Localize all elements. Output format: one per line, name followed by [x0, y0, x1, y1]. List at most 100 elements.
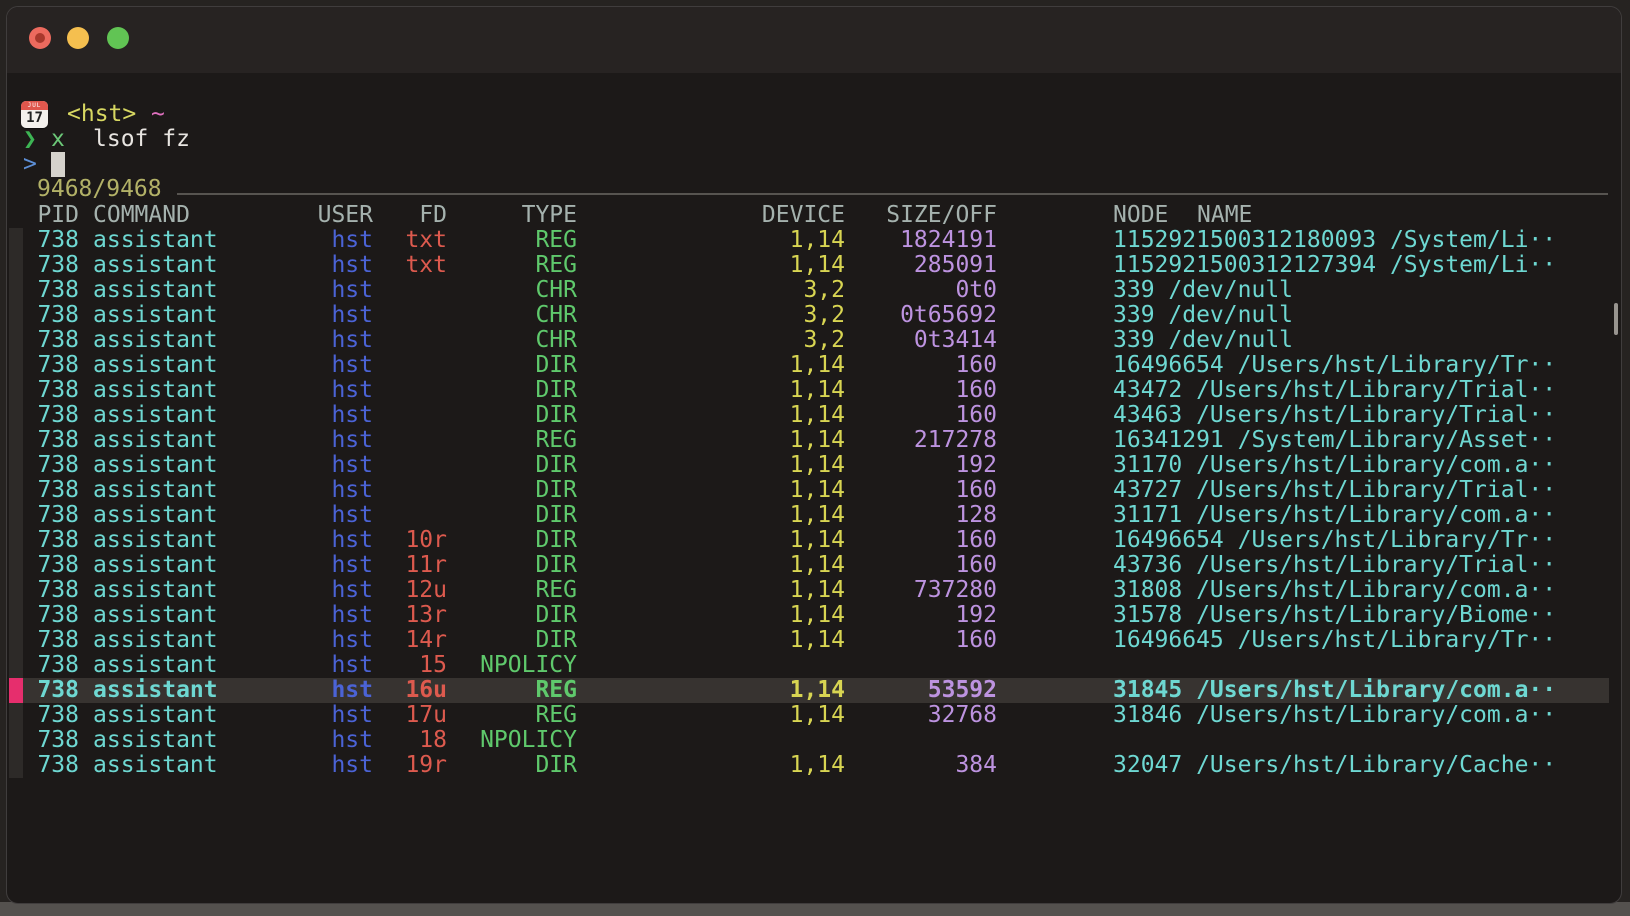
cell-type: DIR [535, 452, 577, 478]
cell-command: assistant [93, 527, 218, 553]
result-row[interactable]: 738 assistant hst CHR 3,2 0t3414 339 /dev/null [9, 328, 1609, 353]
cell-node-name: 31578 /Users/hst/Library/Biome·· [1113, 602, 1557, 628]
gutter [9, 453, 23, 478]
cell-user: hst [331, 477, 373, 503]
cell-command: assistant [93, 302, 218, 328]
cell-size: 160 [955, 627, 997, 653]
gutter [9, 353, 23, 378]
cell-user: hst [331, 502, 373, 528]
header-node: NODE [1113, 202, 1169, 228]
cell-node-name: 339 /dev/null [1113, 327, 1294, 353]
cell-size: 128 [955, 502, 997, 528]
gutter [9, 478, 23, 503]
result-row[interactable]: 738 assistant hst REG 1,14 217278 16341291 /Sy… [9, 428, 1609, 453]
text-cursor [51, 152, 65, 177]
cell-user: hst [331, 627, 373, 653]
cell-command: assistant [93, 677, 218, 703]
result-row[interactable]: 738 assistant hst 13r DIR 1,14 192 31578 /Users… [9, 603, 1609, 628]
cell-node-name: 31170 /Users/hst/Library/com.a·· [1113, 452, 1557, 478]
cell-command: assistant [93, 252, 218, 278]
gutter [9, 528, 23, 553]
cell-type: DIR [535, 402, 577, 428]
cell-user: hst [331, 327, 373, 353]
gutter [9, 303, 23, 328]
cell-pid: 738 [37, 552, 79, 578]
cell-device: 1,14 [789, 252, 845, 278]
result-row[interactable]: 738 assistant hst DIR 1,14 160 43472 /Users/hs… [9, 378, 1609, 403]
cell-size: 384 [955, 752, 997, 778]
result-row[interactable]: 738 assistant hst 19r DIR 1,14 384 32047 /Users… [9, 753, 1609, 778]
result-row[interactable]: 738 assistant hst 12u REG 1,14 737280 31808 /Us… [9, 578, 1609, 603]
cell-user: hst [331, 252, 373, 278]
cell-fd: 17u [405, 702, 447, 728]
result-list: 738 assistant hst txt REG 1,14 1824191 11529215… [9, 228, 1609, 778]
cell-device: 1,14 [789, 702, 845, 728]
cell-device: 1,14 [789, 452, 845, 478]
cell-size: 192 [955, 602, 997, 628]
cell-type: CHR [535, 277, 577, 303]
result-row[interactable]: 738 assistant hst CHR 3,2 0t0 339 /dev/null [9, 278, 1609, 303]
terminal-window: JUL 17 <hst> ~ ❯ x lsof fz > 9468/9468 P… [6, 6, 1622, 904]
cell-type: DIR [535, 502, 577, 528]
gutter [9, 753, 23, 778]
cell-pid: 738 [37, 652, 79, 678]
cell-pid: 738 [37, 252, 79, 278]
cell-size: 0t0 [955, 277, 997, 303]
gutter [9, 628, 23, 653]
result-row[interactable]: 738 assistant hst DIR 1,14 128 31171 /Users/hs… [9, 503, 1609, 528]
calendar-icon: JUL 17 [21, 101, 48, 128]
gutter [9, 278, 23, 303]
gutter [9, 653, 23, 678]
result-row[interactable]: 738 assistant hst DIR 1,14 192 31170 /Users/hs… [9, 453, 1609, 478]
result-row[interactable]: 738 assistant hst DIR 1,14 160 16496654 /Users… [9, 353, 1609, 378]
cell-node-name: 32047 /Users/hst/Library/Cache·· [1113, 752, 1557, 778]
header-pid: PID [37, 202, 79, 228]
prompt-arrow: ❯ [23, 126, 37, 152]
cell-device: 1,14 [789, 552, 845, 578]
cell-size: 160 [955, 402, 997, 428]
cell-device: 1,14 [789, 527, 845, 553]
cell-device: 1,14 [789, 427, 845, 453]
cell-node-name: 43463 /Users/hst/Library/Trial·· [1113, 402, 1557, 428]
cell-type: DIR [535, 627, 577, 653]
cell-user: hst [331, 302, 373, 328]
result-row[interactable]: 738 assistant hst 18 NPOLICY [9, 728, 1609, 753]
cell-pid: 738 [37, 527, 79, 553]
result-row[interactable]: 738 assistant hst 11r DIR 1,14 160 43736 /Users… [9, 553, 1609, 578]
cell-device: 1,14 [789, 477, 845, 503]
cell-user: hst [331, 427, 373, 453]
command-text: lsof fz [93, 126, 190, 152]
result-row[interactable]: 738 assistant hst 17u REG 1,14 32768 31846 /Use… [9, 703, 1609, 728]
cell-node-name: 339 /dev/null [1113, 302, 1294, 328]
cell-command: assistant [93, 627, 218, 653]
prompt-cwd: ~ [151, 101, 165, 127]
list-scrollbar[interactable] [1614, 303, 1618, 335]
header-fd: FD [419, 202, 447, 228]
result-row[interactable]: 738 assistant hst 10r DIR 1,14 160 16496654 /Us… [9, 528, 1609, 553]
cell-command: assistant [93, 577, 218, 603]
result-row[interactable]: 738 assistant hst txt REG 1,14 285091 115292150… [9, 253, 1609, 278]
result-row[interactable]: 738 assistant hst DIR 1,14 160 43463 /Users/hs… [9, 403, 1609, 428]
gutter [9, 228, 23, 253]
cell-user: hst [331, 352, 373, 378]
cell-device: 1,14 [789, 352, 845, 378]
result-row[interactable]: 738 assistant hst DIR 1,14 160 43727 /Users/hs… [9, 478, 1609, 503]
desktop-background-strip [0, 902, 1630, 916]
result-row[interactable]: 738 assistant hst 14r DIR 1,14 160 16496645 /Us… [9, 628, 1609, 653]
result-row[interactable]: 738 assistant hst 15 NPOLICY [9, 653, 1609, 678]
cell-fd: 11r [405, 552, 447, 578]
cell-fd: txt [405, 252, 447, 278]
cell-node-name: 43472 /Users/hst/Library/Trial·· [1113, 377, 1557, 403]
cell-command: assistant [93, 427, 218, 453]
calendar-icon-day: 17 [26, 110, 43, 126]
gutter [9, 603, 23, 628]
result-row[interactable]: 738 assistant hst CHR 3,2 0t65692 339 /dev/nul… [9, 303, 1609, 328]
cell-command: assistant [93, 452, 218, 478]
header-device: DEVICE [761, 202, 845, 228]
fzf-prompt: > [23, 151, 37, 177]
cell-device: 3,2 [803, 302, 845, 328]
cell-device: 1,14 [789, 577, 845, 603]
result-row-current[interactable]: 738 assistant hst 16u REG 1,14 53592 31845 /Use… [9, 678, 1609, 703]
cell-fd: txt [405, 227, 447, 253]
result-row[interactable]: 738 assistant hst txt REG 1,14 1824191 11529215… [9, 228, 1609, 253]
